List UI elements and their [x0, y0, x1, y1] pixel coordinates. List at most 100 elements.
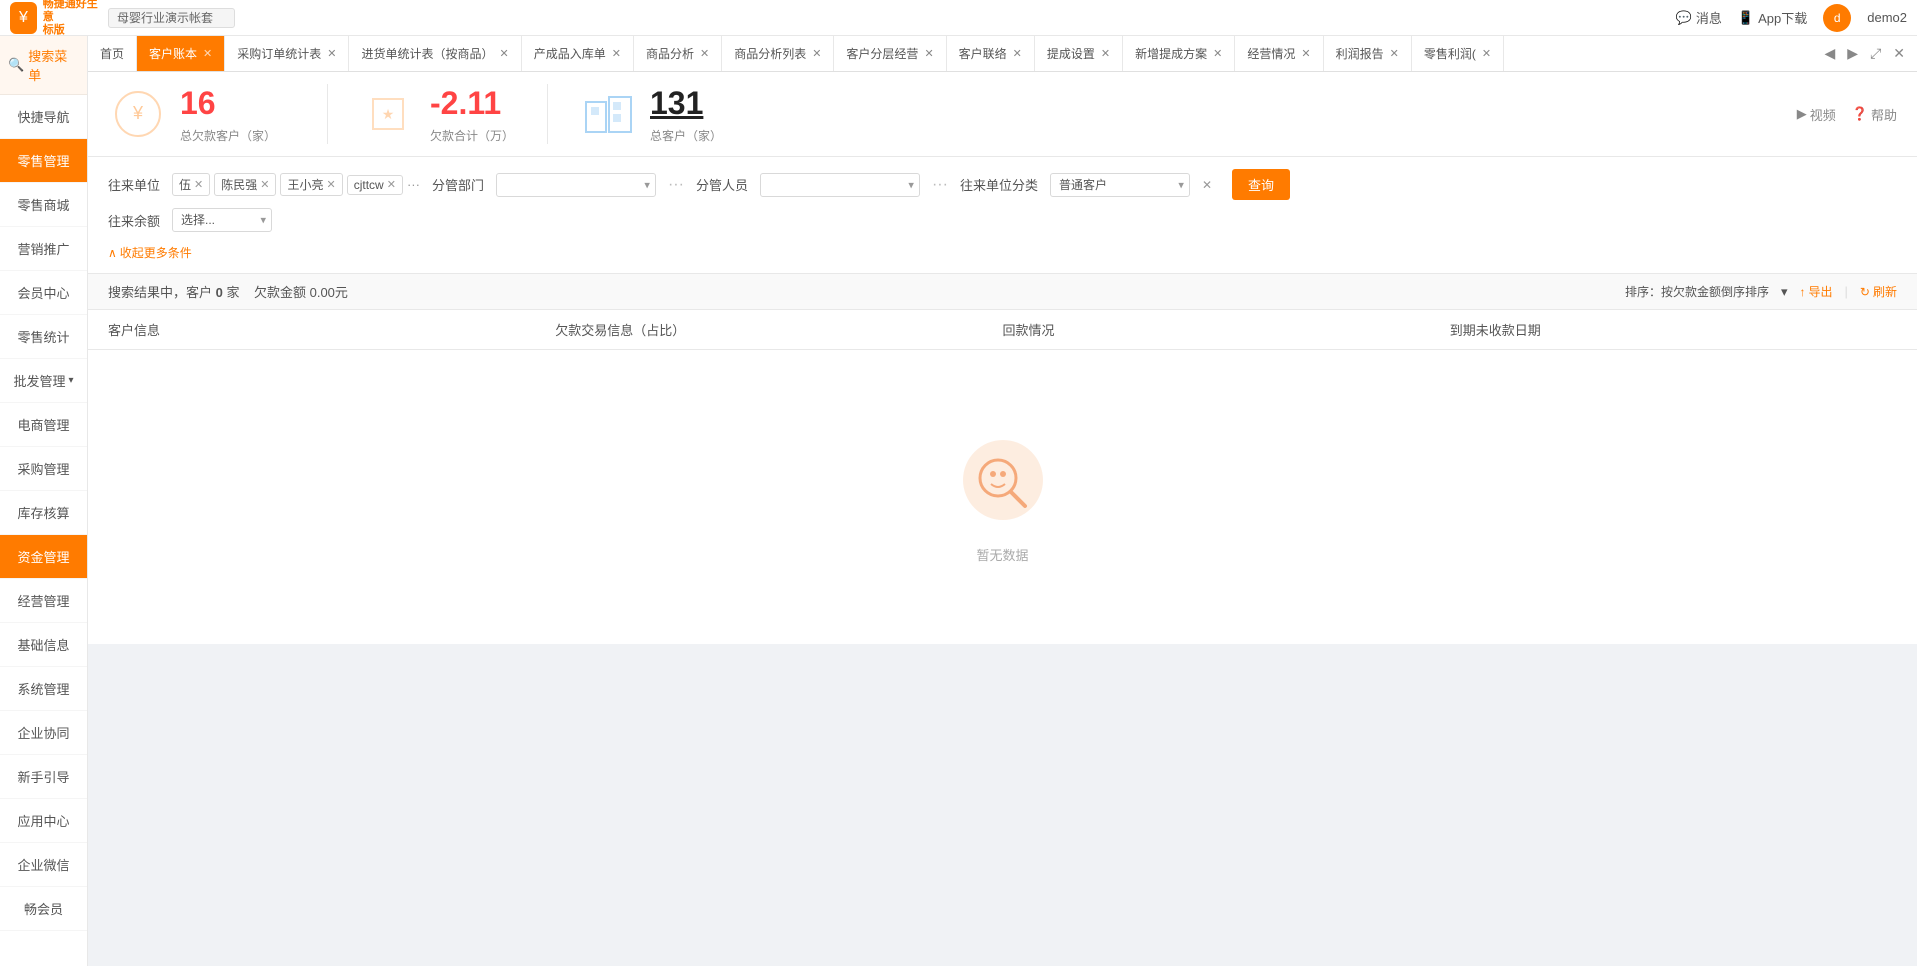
tab-close-commission-setting[interactable]: ✕ [1101, 47, 1110, 60]
tab-scroll-left[interactable]: ◀ [1821, 43, 1840, 64]
tab-customer-tier[interactable]: 客户分层经营 ✕ [834, 36, 946, 72]
sidebar-item-basic-info[interactable]: 基础信息 [0, 623, 87, 667]
tab-customer-ledger[interactable]: 客户账本 ✕ [137, 36, 225, 72]
tab-home[interactable]: 首页 [88, 36, 137, 72]
tab-goods-analysis[interactable]: 商品分析 ✕ [634, 36, 722, 72]
tab-commission-setting[interactable]: 提成设置 ✕ [1035, 36, 1123, 72]
sidebar-item-inventory[interactable]: 库存核算 [0, 491, 87, 535]
tab-goods-stats[interactable]: 进货单统计表（按商品） ✕ [349, 36, 521, 72]
tab-expand[interactable]: ⤢ [1866, 43, 1885, 64]
tag-close-wu[interactable]: ✕ [194, 178, 203, 191]
sidebar-item-finance[interactable]: 资金管理 [0, 535, 87, 579]
category-select[interactable]: 普通客户 [1050, 173, 1190, 197]
person-dots: ··· [932, 176, 948, 194]
sidebar-search[interactable]: 🔍 搜索菜单 [0, 36, 87, 95]
stat2-data: -2.11 欠款合计（万） [430, 84, 514, 143]
video-btn[interactable]: ▶ 视频 [1797, 105, 1836, 124]
collapse-button[interactable]: ∧ 收起更多条件 [108, 244, 1897, 261]
tab-profit-report[interactable]: 利润报告 ✕ [1324, 36, 1412, 72]
filter-tag-wang: 王小亮 ✕ [280, 173, 342, 196]
refresh-btn[interactable]: ↻ 刷新 [1860, 283, 1897, 300]
sidebar-item-ecommerce[interactable]: 电商管理 [0, 403, 87, 447]
avatar: d [1823, 4, 1851, 32]
tab-add-commission[interactable]: 新增提成方案 ✕ [1123, 36, 1235, 72]
sidebar-item-enterprise-collab[interactable]: 企业协同 [0, 711, 87, 755]
app-download-btn[interactable]: 📱 App下载 [1738, 8, 1807, 27]
stat1-icon: ¥ [108, 84, 168, 144]
tag-close-chen[interactable]: ✕ [260, 178, 269, 191]
category-tag-close[interactable]: ✕ [1202, 178, 1212, 192]
sidebar-item-purchase[interactable]: 采购管理 [0, 447, 87, 491]
stat3-value: 131 [650, 84, 722, 122]
tab-goods-analysis-list[interactable]: 商品分析列表 ✕ [722, 36, 834, 72]
sidebar-item-guide[interactable]: 新手引导 [0, 755, 87, 799]
tab-close-retail-profit[interactable]: ✕ [1482, 47, 1491, 60]
filter-row-1: 往来单位 伍 ✕ 陈民强 ✕ 王小亮 ✕ [108, 169, 1897, 200]
collapse-icon: ∧ [108, 246, 117, 260]
tab-close-customer-contact[interactable]: ✕ [1013, 47, 1022, 60]
tab-product-inbound[interactable]: 产成品入库单 ✕ [522, 36, 634, 72]
stat2-label: 欠款合计（万） [430, 127, 514, 144]
export-btn[interactable]: ↑ 导出 [1800, 283, 1833, 300]
tab-close-goods-stats[interactable]: ✕ [500, 47, 509, 60]
col-repayment: 回款情况 [1003, 320, 1450, 339]
person-select[interactable] [760, 173, 920, 197]
sidebar-item-system[interactable]: 系统管理 [0, 667, 87, 711]
tab-close-customer-tier[interactable]: ✕ [924, 47, 933, 60]
dept-select-wrap [496, 173, 656, 197]
tab-close-goods-analysis-list[interactable]: ✕ [812, 47, 821, 60]
tab-close-profit-report[interactable]: ✕ [1390, 47, 1399, 60]
dept-select[interactable] [496, 173, 656, 197]
tag-close-cjttcw[interactable]: ✕ [387, 178, 396, 191]
top-bar: ¥ 畅捷通好生意 标版 母婴行业演示帐套 💬 消息 📱 App下载 d demo… [0, 0, 1917, 36]
query-button[interactable]: 查询 [1232, 169, 1290, 200]
tab-close-goods-analysis[interactable]: ✕ [700, 47, 709, 60]
sidebar-item-chang-member[interactable]: 畅会员 [0, 887, 87, 931]
filter-area: 往来单位 伍 ✕ 陈民强 ✕ 王小亮 ✕ [88, 157, 1917, 274]
tab-operations[interactable]: 经营情况 ✕ [1235, 36, 1323, 72]
stat1-label: 总欠款客户（家） [180, 127, 276, 144]
filter-more-btn[interactable]: ··· [407, 177, 420, 192]
username[interactable]: demo2 [1867, 10, 1907, 25]
main-layout: 🔍 搜索菜单 快捷导航 零售管理 零售商城 营销推广 会员中心 零售统计 批发管… [0, 36, 1917, 966]
filter-tag-cjttcw: cjttcw ✕ [347, 175, 403, 195]
stat1-data: 16 总欠款客户（家） [180, 84, 276, 143]
tab-close-add-commission[interactable]: ✕ [1213, 47, 1222, 60]
help-btn[interactable]: ❓ 帮助 [1852, 105, 1897, 124]
filter-row-2: 往来余额 选择... [108, 208, 1897, 232]
sidebar-item-wholesale[interactable]: 批发管理 ▾ [0, 359, 87, 403]
stat1-block: ¥ 16 总欠款客户（家） [108, 84, 328, 144]
filter-tag-chen: 陈民强 ✕ [214, 173, 276, 196]
play-icon: ▶ [1797, 106, 1807, 122]
balance-select[interactable]: 选择... [172, 208, 272, 232]
sidebar-item-retail-stats[interactable]: 零售统计 [0, 315, 87, 359]
tab-purchase-stats[interactable]: 采购订单统计表 ✕ [225, 36, 349, 72]
message-btn[interactable]: 💬 消息 [1676, 8, 1722, 27]
sidebar-item-quick-nav[interactable]: 快捷导航 [0, 95, 87, 139]
tab-retail-profit[interactable]: 零售利润( ✕ [1412, 36, 1504, 72]
tab-close-all[interactable]: ✕ [1889, 43, 1909, 64]
sort-chevron[interactable]: ▾ [1781, 284, 1788, 300]
unit-filter-label: 往来单位 [108, 175, 160, 194]
sidebar-item-enterprise-wechat[interactable]: 企业微信 [0, 843, 87, 887]
balance-select-wrap: 选择... [172, 208, 272, 232]
tab-close-purchase-stats[interactable]: ✕ [327, 47, 336, 60]
tab-customer-contact[interactable]: 客户联络 ✕ [947, 36, 1035, 72]
tab-close-operations[interactable]: ✕ [1301, 47, 1310, 60]
category-select-wrap: 普通客户 [1050, 173, 1190, 197]
user-avatar[interactable]: d [1823, 4, 1851, 32]
sidebar-item-marketing[interactable]: 营销推广 [0, 227, 87, 271]
sidebar-item-retail-mgmt[interactable]: 零售管理 [0, 139, 87, 183]
message-icon: 💬 [1676, 10, 1692, 26]
tab-scroll-right[interactable]: ▶ [1843, 43, 1862, 64]
stats-bar: ¥ 16 总欠款客户（家） ★ [88, 72, 1917, 157]
tab-close-product-inbound[interactable]: ✕ [612, 47, 621, 60]
table-empty: 暂无数据 [88, 350, 1917, 644]
sidebar-item-operations[interactable]: 经营管理 [0, 579, 87, 623]
sidebar-item-retail-mall[interactable]: 零售商城 [0, 183, 87, 227]
demo-account-select[interactable]: 母婴行业演示帐套 [108, 8, 235, 28]
tab-close-customer-ledger[interactable]: ✕ [203, 47, 212, 60]
tag-close-wang[interactable]: ✕ [327, 178, 336, 191]
sidebar-item-app-center[interactable]: 应用中心 [0, 799, 87, 843]
sidebar-item-member-center[interactable]: 会员中心 [0, 271, 87, 315]
